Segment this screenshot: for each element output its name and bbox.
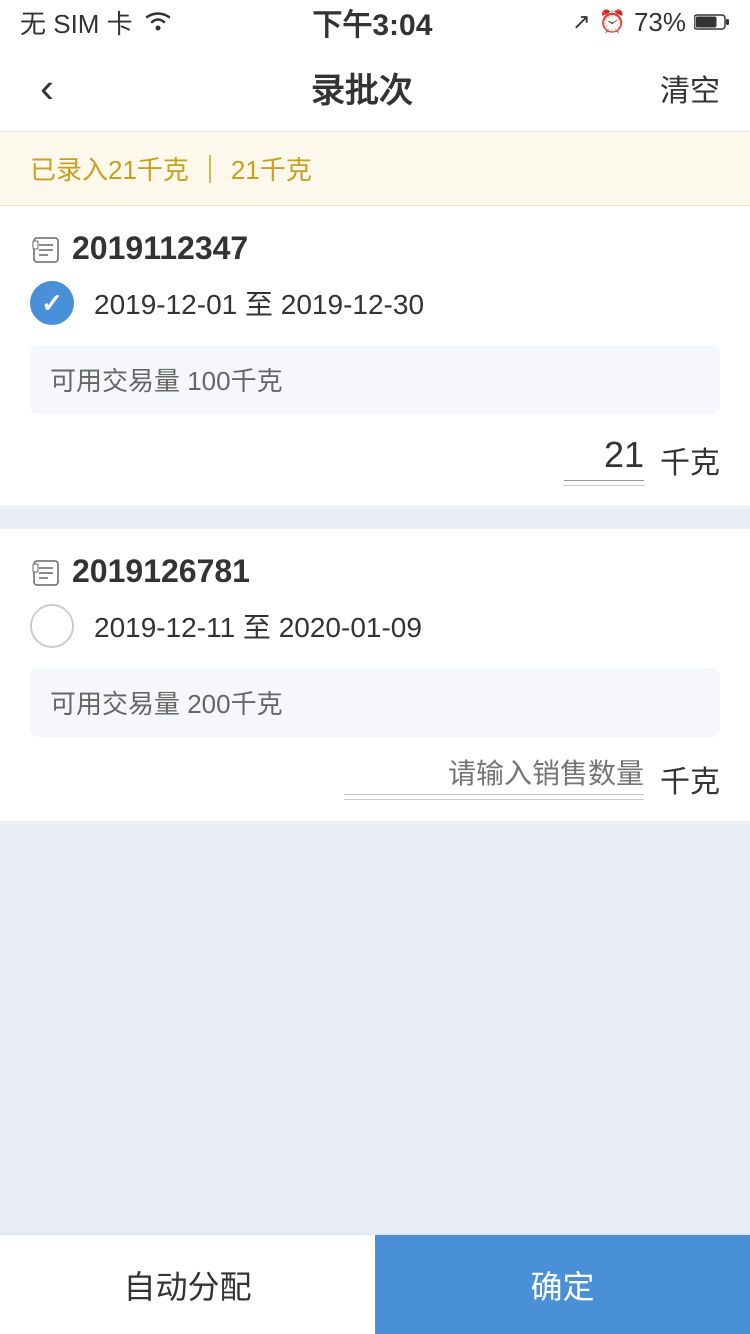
batch1-icon (30, 231, 62, 265)
page-title: 录批次 (311, 63, 413, 112)
confirm-button[interactable]: 确定 (375, 1235, 750, 1334)
batch1-qty-row: 千克 (0, 414, 750, 507)
batch2-qty-underline (344, 758, 644, 800)
batch2-content: 2019126781 2019-12-11 至 2020-01-09 可用交易量… (0, 529, 750, 737)
batch2-qty-unit: 千克 (660, 757, 720, 801)
batch1-id: 2019112347 (72, 230, 248, 267)
batch1-header: 2019112347 (30, 230, 720, 267)
batch2-qty-input[interactable] (344, 758, 644, 790)
batch2-card: 2019126781 2019-12-11 至 2020-01-09 可用交易量… (0, 529, 750, 822)
status-left: 无 SIM 卡 (20, 4, 173, 41)
clear-button[interactable]: 清空 (660, 66, 720, 110)
batch2-date-row: 2019-12-11 至 2020-01-09 (30, 604, 720, 648)
batch1-card: 2019112347 2019-12-01 至 2019-12-30 可用交易量… (0, 206, 750, 507)
recorded-label: 已录入21千克 (30, 150, 189, 187)
battery-icon (694, 7, 730, 38)
batch2-icon (30, 554, 62, 588)
bottom-bar: 自动分配 确定 (0, 1234, 750, 1334)
auto-distribute-button[interactable]: 自动分配 (0, 1235, 375, 1334)
status-bar: 无 SIM 卡 下午3:04 ↗ ⏰ 73% (0, 0, 750, 44)
batch1-content: 2019112347 2019-12-01 至 2019-12-30 可用交易量… (0, 206, 750, 414)
batch1-qty-input[interactable] (564, 434, 644, 476)
info-divider (209, 155, 211, 183)
batch2-id: 2019126781 (72, 553, 250, 590)
batch2-date: 2019-12-11 至 2020-01-09 (94, 606, 422, 646)
batch2-radio[interactable] (30, 604, 74, 648)
batch1-date-row: 2019-12-01 至 2019-12-30 (30, 281, 720, 325)
battery-percent: 73% (634, 7, 686, 38)
nav-bar: ‹ 录批次 清空 (0, 44, 750, 132)
recorded-value: 21千克 (231, 150, 312, 187)
alarm-icon: ⏰ (599, 9, 626, 35)
batch2-header: 2019126781 (30, 553, 720, 590)
wifi-icon (143, 7, 173, 38)
section-separator (0, 509, 750, 529)
batch1-radio[interactable] (30, 281, 74, 325)
status-right: ↗ ⏰ 73% (572, 7, 730, 38)
batch1-qty-underline (564, 434, 644, 486)
batch1-available: 可用交易量 100千克 (30, 345, 720, 414)
back-button[interactable]: ‹ (30, 54, 64, 122)
batch1-date: 2019-12-01 至 2019-12-30 (94, 283, 424, 323)
info-banner: 已录入21千克 21千克 (0, 132, 750, 206)
sim-label: 无 SIM 卡 (20, 4, 133, 41)
batch2-available: 可用交易量 200千克 (30, 668, 720, 737)
empty-area (0, 824, 750, 1264)
batch2-qty-row: 千克 (0, 737, 750, 822)
status-time: 下午3:04 (312, 0, 432, 44)
location-icon: ↗ (572, 9, 590, 35)
batch1-qty-unit: 千克 (660, 438, 720, 482)
